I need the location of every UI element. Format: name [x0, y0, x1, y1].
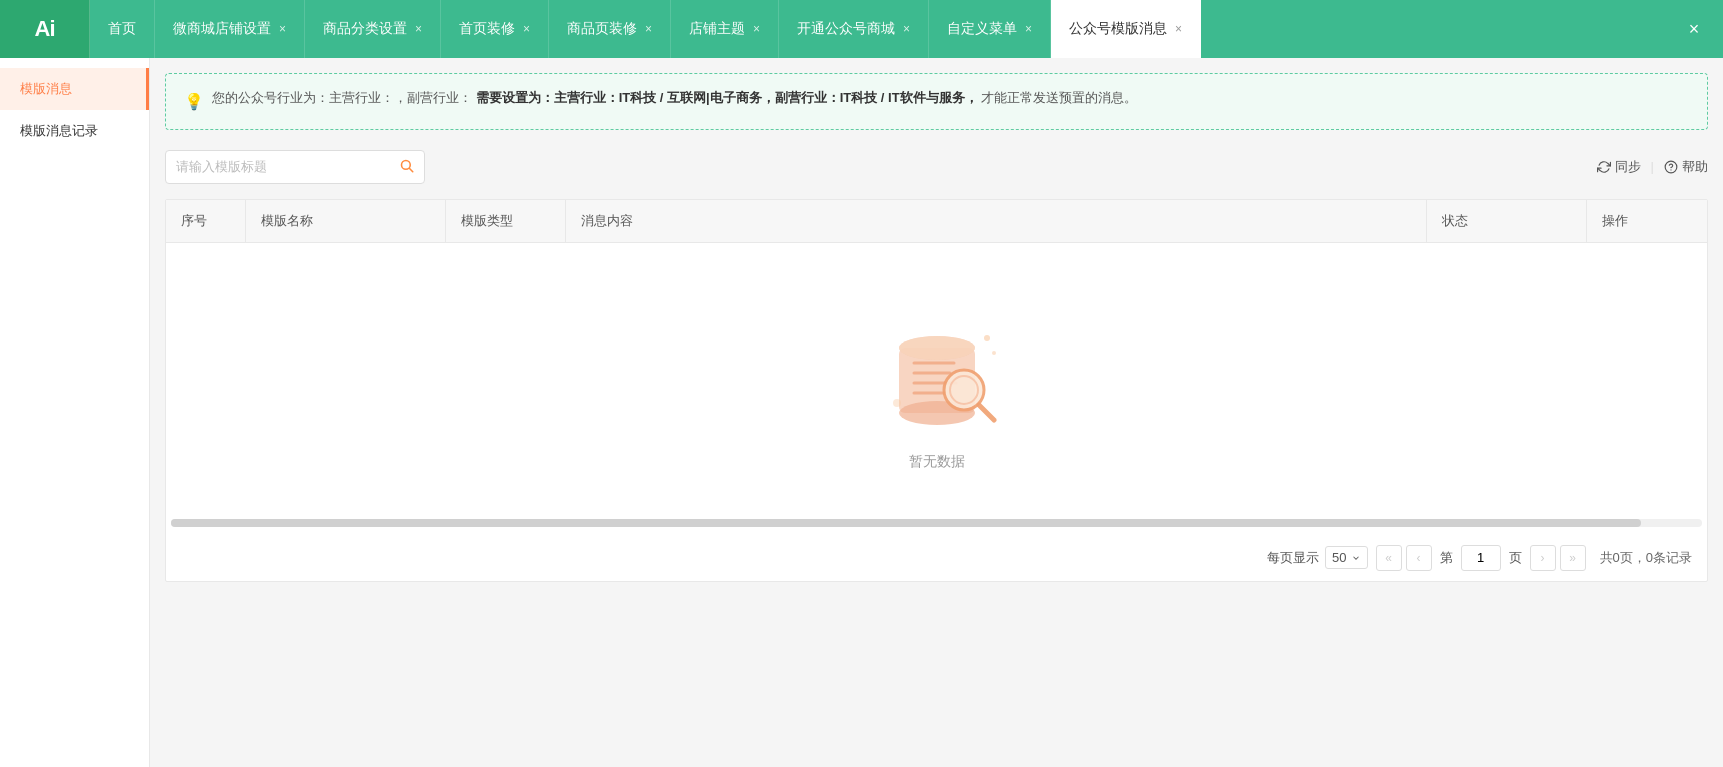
tab-micro-shop-label: 微商城店铺设置	[173, 20, 271, 38]
svg-line-1	[409, 168, 412, 171]
tab-open-mall[interactable]: 开通公众号商城 ×	[779, 0, 929, 58]
tab-template-msg-close[interactable]: ×	[1175, 22, 1182, 36]
col-action: 操作	[1587, 200, 1707, 242]
tab-home-decor-close[interactable]: ×	[523, 22, 530, 36]
tab-open-mall-label: 开通公众号商城	[797, 20, 895, 38]
tab-shop-theme[interactable]: 店铺主题 ×	[671, 0, 779, 58]
svg-line-14	[979, 405, 994, 420]
chevron-down-icon	[1351, 553, 1361, 563]
tab-goods-decor-close[interactable]: ×	[645, 22, 652, 36]
sidebar-item-template-msg-record[interactable]: 模版消息记录	[0, 110, 149, 152]
main-content: 💡 您的公众号行业为：主营行业：，副营行业： 需要设置为：主营行业：IT科技 /…	[150, 58, 1723, 767]
next-page-button[interactable]: ›	[1530, 545, 1556, 571]
page-number-input[interactable]	[1461, 545, 1501, 571]
main-layout: 模版消息 模版消息记录 💡 您的公众号行业为：主营行业：，副营行业： 需要设置为…	[0, 58, 1723, 767]
tab-goods-decor[interactable]: 商品页装修 ×	[549, 0, 671, 58]
sync-label: 同步	[1615, 158, 1641, 176]
scrollbar-thumb	[171, 519, 1641, 527]
tab-home[interactable]: 首页	[90, 0, 155, 58]
tab-bar: Ai 首页 微商城店铺设置 × 商品分类设置 × 首页装修 × 商品页装修 × …	[0, 0, 1723, 58]
page-size-value: 50	[1332, 550, 1346, 565]
tab-home-decor[interactable]: 首页装修 ×	[441, 0, 549, 58]
svg-point-16	[992, 351, 996, 355]
logo-text: Ai	[35, 16, 55, 42]
notice-box: 💡 您的公众号行业为：主营行业：，副营行业： 需要设置为：主营行业：IT科技 /…	[165, 73, 1708, 130]
tab-home-decor-label: 首页装修	[459, 20, 515, 38]
col-type: 模版类型	[446, 200, 566, 242]
help-icon	[1664, 160, 1678, 174]
prev-page-button[interactable]: ‹	[1406, 545, 1432, 571]
tab-custom-menu-label: 自定义菜单	[947, 20, 1017, 38]
page-unit: 页	[1509, 549, 1522, 567]
last-page-button[interactable]: »	[1560, 545, 1586, 571]
page-size-select-box[interactable]: 50	[1325, 546, 1367, 569]
empty-state: 暂无数据	[166, 243, 1707, 511]
search-bar: 同步 | 帮助	[165, 150, 1708, 184]
tab-goods-category-close[interactable]: ×	[415, 22, 422, 36]
sidebar-item-template-msg[interactable]: 模版消息	[0, 68, 149, 110]
tab-micro-shop-close[interactable]: ×	[279, 22, 286, 36]
search-input[interactable]	[176, 159, 395, 174]
tab-shop-theme-label: 店铺主题	[689, 20, 745, 38]
tab-template-msg-label: 公众号模版消息	[1069, 20, 1167, 38]
svg-point-17	[893, 399, 901, 407]
tab-template-msg[interactable]: 公众号模版消息 ×	[1051, 0, 1201, 58]
search-input-wrap	[165, 150, 425, 184]
help-label: 帮助	[1682, 158, 1708, 176]
table-header: 序号 模版名称 模版类型 消息内容 状态 操作	[166, 200, 1707, 243]
total-info: 共0页，0条记录	[1600, 549, 1692, 567]
tab-open-mall-close[interactable]: ×	[903, 22, 910, 36]
col-seq: 序号	[166, 200, 246, 242]
page-size-selector: 每页显示 50	[1267, 546, 1367, 569]
search-icon	[399, 158, 414, 173]
search-button[interactable]	[399, 158, 414, 176]
col-status: 状态	[1427, 200, 1587, 242]
help-button[interactable]: 帮助	[1664, 158, 1708, 176]
svg-point-7	[899, 336, 975, 360]
horizontal-scrollbar[interactable]	[171, 519, 1702, 527]
toolbar-divider: |	[1651, 159, 1654, 174]
data-table: 序号 模版名称 模版类型 消息内容 状态 操作	[165, 199, 1708, 582]
empty-state-text: 暂无数据	[909, 453, 965, 471]
toolbar-right: 同步 | 帮助	[1597, 158, 1708, 176]
tab-micro-shop[interactable]: 微商城店铺设置 ×	[155, 0, 305, 58]
page-size-label: 每页显示	[1267, 549, 1319, 567]
sync-button[interactable]: 同步	[1597, 158, 1641, 176]
tab-custom-menu[interactable]: 自定义菜单 ×	[929, 0, 1051, 58]
tab-custom-menu-close[interactable]: ×	[1025, 22, 1032, 36]
tab-goods-category-label: 商品分类设置	[323, 20, 407, 38]
tab-shop-theme-close[interactable]: ×	[753, 22, 760, 36]
pagination: 每页显示 50 « ‹ 第 页 › »	[166, 535, 1707, 581]
col-content: 消息内容	[566, 200, 1427, 242]
svg-point-15	[984, 335, 990, 341]
tab-home-label: 首页	[108, 20, 136, 38]
col-name: 模版名称	[246, 200, 446, 242]
notice-icon: 💡	[184, 89, 204, 115]
sidebar: 模版消息 模版消息记录	[0, 58, 150, 767]
sidebar-item-template-msg-record-label: 模版消息记录	[20, 123, 98, 138]
notice-text: 您的公众号行业为：主营行业：，副营行业： 需要设置为：主营行业：IT科技 / 互…	[212, 88, 1137, 109]
tab-goods-decor-label: 商品页装修	[567, 20, 637, 38]
notice-prefix: 您的公众号行业为：主营行业：，副营行业：	[212, 90, 472, 105]
page-goto-prefix: 第	[1440, 549, 1453, 567]
tab-goods-category[interactable]: 商品分类设置 ×	[305, 0, 441, 58]
notice-suffix: 才能正常发送预置的消息。	[981, 90, 1137, 105]
notice-bold: 需要设置为：主营行业：IT科技 / 互联网|电子商务，副营行业：IT科技 / I…	[476, 90, 978, 105]
empty-state-icon	[872, 303, 1002, 433]
app-logo: Ai	[0, 0, 90, 58]
page-navigation: « ‹ 第 页 › »	[1376, 545, 1586, 571]
sidebar-item-template-msg-label: 模版消息	[20, 81, 72, 96]
sync-icon	[1597, 160, 1611, 174]
window-close-btn[interactable]: ×	[1665, 0, 1723, 58]
first-page-button[interactable]: «	[1376, 545, 1402, 571]
